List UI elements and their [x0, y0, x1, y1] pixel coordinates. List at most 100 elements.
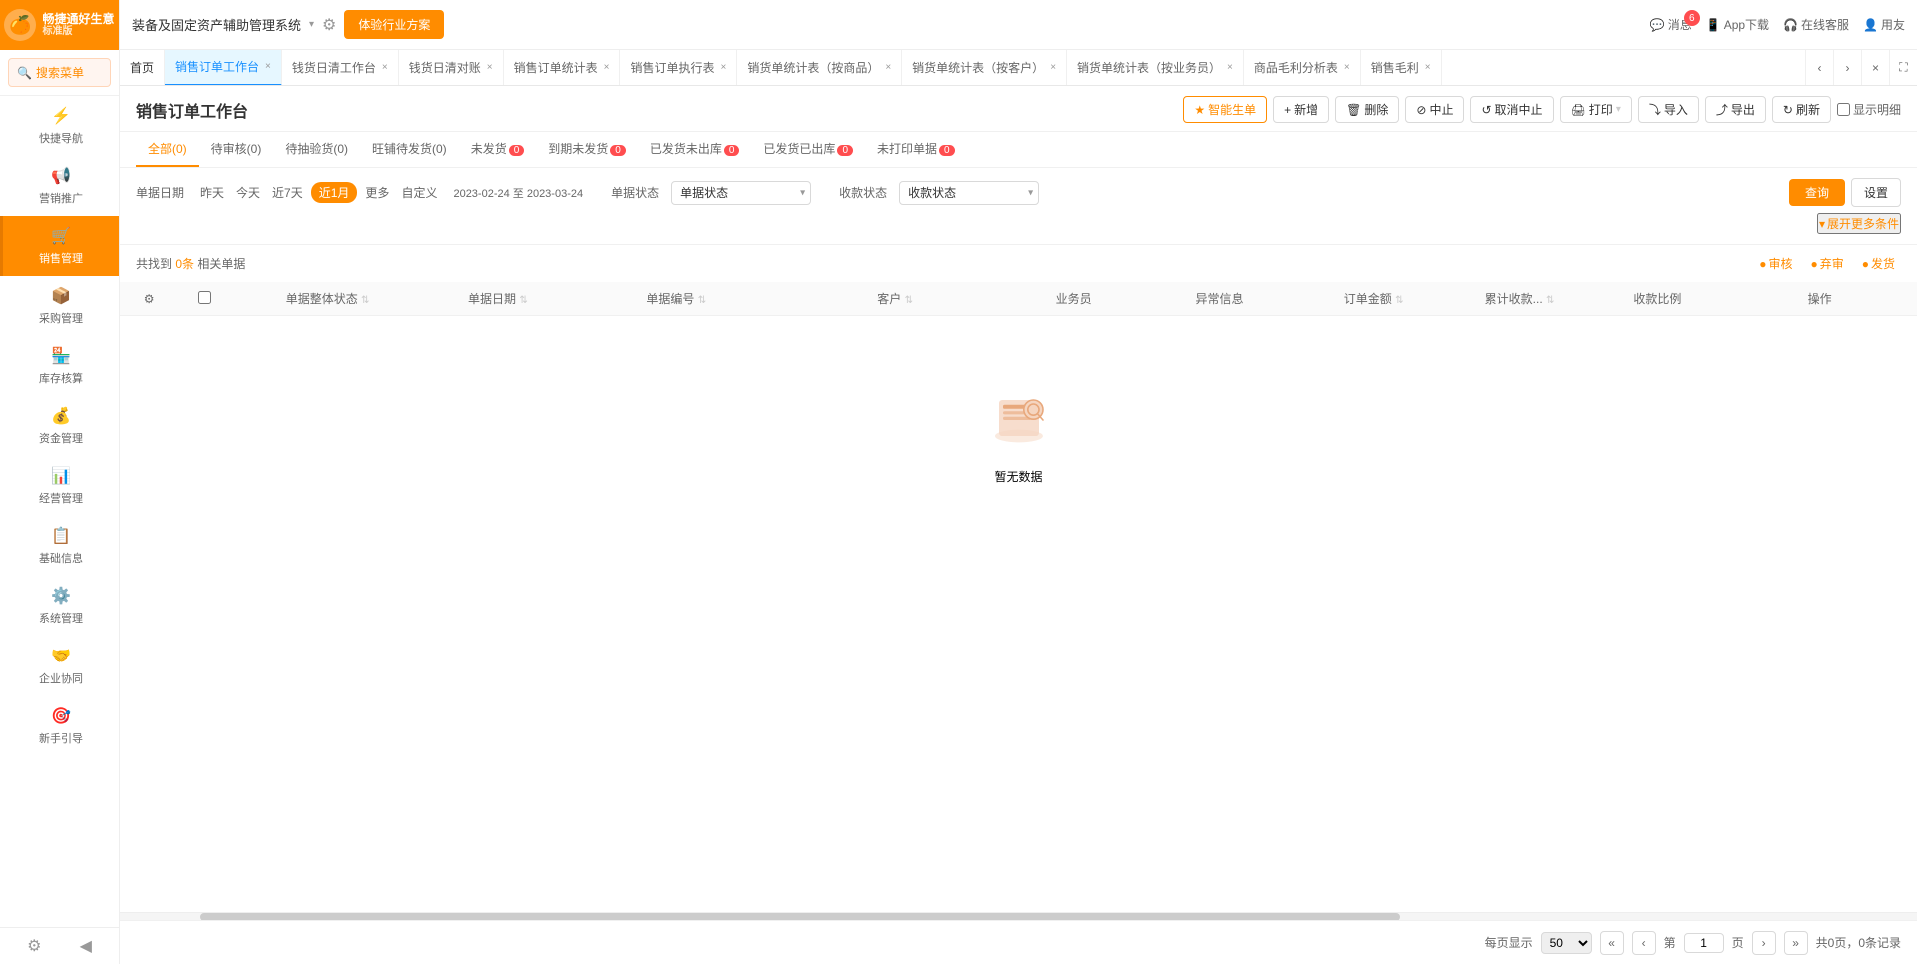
tab-sales-stats-close[interactable]: × — [604, 62, 610, 73]
tab-sales-summary[interactable]: 销售毛利 × — [1361, 50, 1442, 86]
print-button[interactable]: 🖨 打印 ▾ — [1560, 96, 1632, 123]
tab-sales-exec-close[interactable]: × — [720, 62, 726, 73]
cancel-stop-button[interactable]: ↺ 取消中止 — [1470, 96, 1553, 123]
user-button[interactable]: 👤 用友 — [1863, 16, 1905, 33]
sidebar-item-cooperation[interactable]: 🤝 企业协同 — [0, 636, 119, 696]
online-service-button[interactable]: 🎧 在线客服 — [1783, 16, 1849, 33]
export-button[interactable]: ⤴ 导出 — [1705, 96, 1766, 123]
page-prev-button[interactable]: ‹ — [1632, 931, 1656, 955]
table-scroll-area[interactable]: ⚙ 单据整体状态 ⇅ 单据日期 — [120, 282, 1917, 912]
tab-gross-margin[interactable]: 商品毛利分析表 × — [1244, 50, 1361, 86]
tab-sales-order-close[interactable]: × — [265, 61, 271, 72]
query-button[interactable]: 查询 — [1789, 179, 1845, 206]
sidebar-item-business[interactable]: 📊 经营管理 — [0, 456, 119, 516]
subtab-unshipped[interactable]: 未发货0 — [459, 132, 537, 167]
tab-fullscreen-button[interactable]: ⛶ — [1889, 50, 1917, 86]
new-button[interactable]: + 新增 — [1273, 96, 1329, 123]
date-1month[interactable]: 近1月 — [311, 182, 358, 203]
delete-button[interactable]: 🗑 删除 — [1335, 96, 1399, 123]
sidebar-item-sales[interactable]: 🛒 销售管理 — [0, 216, 119, 276]
page-last-button[interactable]: » — [1784, 931, 1808, 955]
subtab-shipped-not-out[interactable]: 已发货未出库0 — [638, 132, 752, 167]
tab-sales-customer[interactable]: 销货单统计表（按客户） × — [902, 50, 1067, 86]
tab-gross-margin-close[interactable]: × — [1344, 62, 1350, 73]
tab-sales-exec[interactable]: 销售订单执行表 × — [620, 50, 737, 86]
page-first-button[interactable]: « — [1600, 931, 1624, 955]
date-custom[interactable]: 自定义 — [397, 182, 441, 203]
tab-sales-product[interactable]: 销货单统计表（按商品） × — [737, 50, 902, 86]
payment-select[interactable]: 收款状态 — [899, 181, 1039, 205]
tab-sales-staff-close[interactable]: × — [1227, 62, 1233, 73]
date-more[interactable]: 更多 — [361, 182, 393, 203]
tab-sales-product-close[interactable]: × — [885, 62, 891, 73]
date-yesterday[interactable]: 昨天 — [196, 182, 228, 203]
import-button[interactable]: ⤵ 导入 — [1638, 96, 1699, 123]
sort-icon-num[interactable]: ⇅ — [698, 295, 706, 306]
sort-icon-status[interactable]: ⇅ — [361, 295, 369, 306]
show-detail-checkbox[interactable] — [1837, 103, 1850, 116]
sidebar-item-purchase[interactable]: 📦 采购管理 — [0, 276, 119, 336]
tab-sales-staff[interactable]: 销货单统计表（按业务员） × — [1067, 50, 1244, 86]
tab-home[interactable]: 首页 — [120, 50, 165, 86]
subtab-pending-review[interactable]: 待审核(0) — [199, 132, 274, 167]
review-action-button[interactable]: ● 审核 — [1753, 253, 1798, 274]
status-select[interactable]: 单据状态 — [671, 181, 811, 205]
trial-button[interactable]: 体验行业方案 — [344, 10, 444, 39]
tab-close-all-button[interactable]: × — [1861, 50, 1889, 86]
expand-filter-button[interactable]: ▾ 展开更多条件 — [1817, 213, 1901, 234]
cancel-review-action-button[interactable]: ● 弃审 — [1804, 253, 1849, 274]
sidebar-item-quick-nav[interactable]: ⚡ 快捷导航 — [0, 96, 119, 156]
setting-button[interactable]: 设置 — [1851, 178, 1901, 207]
date-today[interactable]: 今天 — [232, 182, 264, 203]
tab-cash-daily[interactable]: 钱货日清工作台 × — [282, 50, 399, 86]
tab-sales-customer-close[interactable]: × — [1050, 62, 1056, 73]
subtab-all[interactable]: 全部(0) — [136, 132, 199, 167]
ai-generate-button[interactable]: ★ 智能生单 — [1183, 96, 1267, 123]
tab-cash-account[interactable]: 钱货日清对账 × — [399, 50, 504, 86]
page-next-button[interactable]: › — [1752, 931, 1776, 955]
app-download-button[interactable]: 📱 App下载 — [1706, 16, 1769, 33]
ship-action-button[interactable]: ● 发货 — [1856, 253, 1901, 274]
search-menu-button[interactable]: 🔍 搜索菜单 — [8, 58, 111, 87]
tab-sales-summary-close[interactable]: × — [1425, 62, 1431, 73]
sort-icon-customer[interactable]: ⇅ — [905, 295, 913, 306]
show-detail-checkbox-label[interactable]: 显示明细 — [1837, 101, 1901, 118]
date-7days[interactable]: 近7天 — [268, 182, 307, 203]
scrollbar-thumb[interactable] — [200, 913, 1400, 920]
select-all-checkbox[interactable] — [198, 291, 211, 304]
topbar-dropdown-icon[interactable]: ▾ — [309, 19, 314, 30]
settings-icon[interactable]: ⚙ — [27, 936, 41, 956]
sort-icon-date[interactable]: ⇅ — [519, 295, 527, 306]
tab-cash-account-close[interactable]: × — [487, 62, 493, 73]
page-number-input[interactable] — [1684, 933, 1724, 953]
tab-sales-order[interactable]: 销售订单工作台 × — [165, 50, 282, 86]
subtab-unprinted[interactable]: 未打印单据0 — [865, 132, 967, 167]
page-size-select[interactable]: 10 20 50 100 — [1541, 932, 1592, 954]
basic-info-icon: 📋 — [51, 526, 71, 546]
user-icon: 👤 — [1863, 18, 1878, 32]
column-settings-icon[interactable]: ⚙ — [144, 292, 155, 306]
topbar-gear-icon[interactable]: ⚙ — [322, 15, 336, 35]
subtab-pending-check[interactable]: 待抽验货(0) — [273, 132, 360, 167]
horizontal-scrollbar[interactable] — [120, 912, 1917, 920]
message-button[interactable]: 💬 消息 6 — [1650, 16, 1692, 33]
sort-icon-collected[interactable]: ⇅ — [1546, 295, 1554, 306]
tab-next-button[interactable]: › — [1833, 50, 1861, 86]
tab-cash-daily-close[interactable]: × — [382, 62, 388, 73]
sidebar-item-marketing[interactable]: 📢 营销推广 — [0, 156, 119, 216]
payment-select-wrap: 收款状态 — [899, 181, 1039, 205]
sidebar-item-system[interactable]: ⚙️ 系统管理 — [0, 576, 119, 636]
sidebar-item-finance[interactable]: 💰 资金管理 — [0, 396, 119, 456]
stop-button[interactable]: ⊘ 中止 — [1405, 96, 1464, 123]
tab-sales-stats[interactable]: 销售订单统计表 × — [504, 50, 621, 86]
subtab-wangpu[interactable]: 旺铺待发货(0) — [360, 132, 459, 167]
sidebar-item-basic-info[interactable]: 📋 基础信息 — [0, 516, 119, 576]
sidebar-item-guide[interactable]: 🎯 新手引导 — [0, 696, 119, 756]
subtab-overdue[interactable]: 到期未发货0 — [536, 132, 638, 167]
refresh-button[interactable]: ↻ 刷新 — [1772, 96, 1831, 123]
subtab-shipped-out[interactable]: 已发货已出库0 — [751, 132, 865, 167]
tab-prev-button[interactable]: ‹ — [1805, 50, 1833, 86]
sidebar-item-inventory[interactable]: 🏪 库存核算 — [0, 336, 119, 396]
collapse-icon[interactable]: ◀ — [80, 936, 92, 956]
sort-icon-amount[interactable]: ⇅ — [1395, 295, 1403, 306]
